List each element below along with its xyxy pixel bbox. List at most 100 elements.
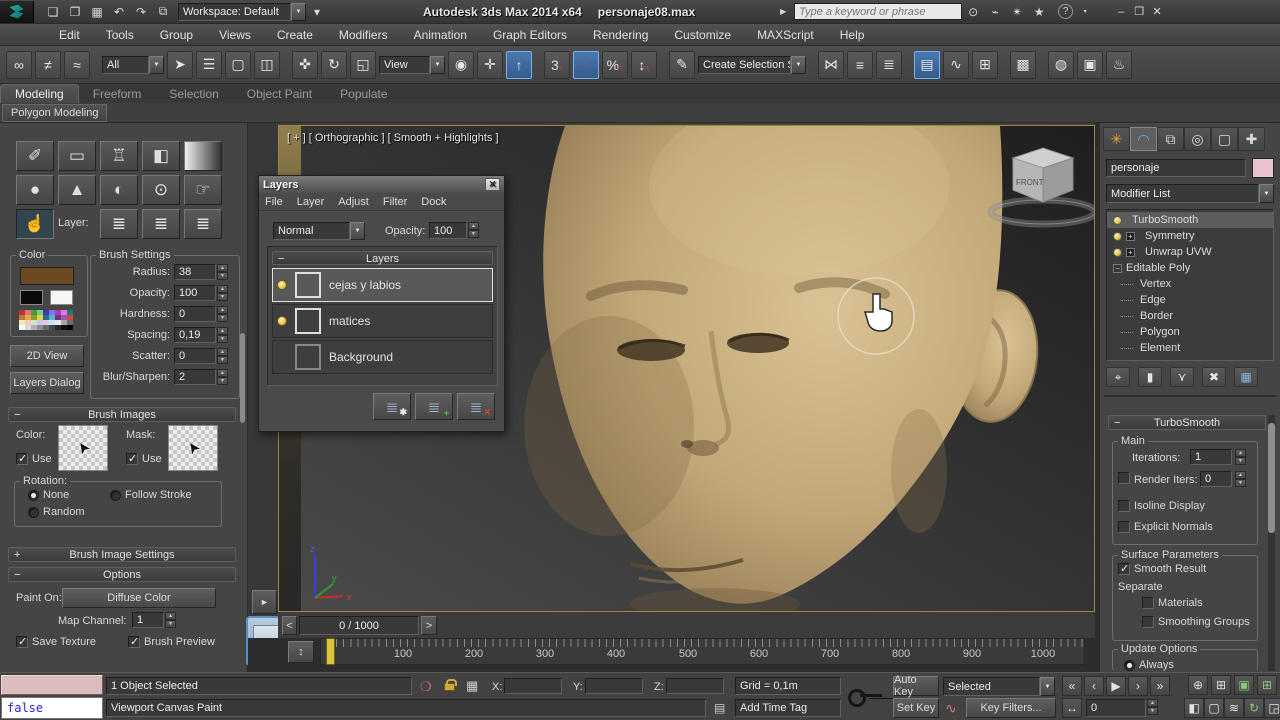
bind-to-spacewarp-icon[interactable]: ≈ [64, 50, 90, 79]
select-and-scale-icon[interactable]: ◱ [350, 50, 376, 79]
select-and-move-icon[interactable]: ✜ [292, 50, 318, 79]
selection-filter-dropdown[interactable]: All ▼ [102, 55, 164, 74]
next-frame-key-button[interactable]: › [1128, 676, 1148, 696]
frame-spinner[interactable]: ▲ ▼ [1147, 699, 1158, 715]
chevron-down-icon[interactable]: ▼ [1259, 184, 1274, 203]
scene-explorer-toggle-icon[interactable]: ▤ [914, 50, 940, 79]
selection-lock-icon[interactable] [444, 679, 457, 691]
menu-item[interactable]: Animation [401, 28, 480, 42]
spinner[interactable]: ▲ ▼ [217, 348, 228, 364]
make-unique-icon[interactable]: ⋎ [1170, 367, 1194, 387]
modifier-stack-item[interactable]: Border [1107, 308, 1273, 324]
mirror-icon[interactable]: ⋈ [818, 50, 844, 79]
expand-arrow-icon[interactable]: ▶ [773, 3, 793, 21]
rectangular-selection-icon[interactable]: ▢ [225, 50, 251, 79]
chevron-down-icon[interactable]: ▼ [430, 55, 445, 74]
layer-thumbnail[interactable] [295, 272, 321, 298]
menu-item[interactable]: MAXScript [744, 28, 827, 42]
collapse-icon[interactable]: − [1114, 416, 1120, 430]
explicit-normals-checkbox[interactable]: Explicit Normals [1118, 521, 1213, 533]
modifier-stack-item[interactable]: + Unwrap UVW [1107, 244, 1273, 260]
dodge-tool[interactable]: ⊙ [142, 175, 180, 205]
workspace-dropdown[interactable]: Workspace: Default ▼ [178, 2, 306, 21]
materials-checkbox[interactable]: Materials [1142, 597, 1203, 609]
schematic-view-icon[interactable]: ⊞ [972, 50, 998, 79]
time-slider[interactable] [326, 638, 335, 665]
selection-set-key-dropdown[interactable]: Selected ▼ [943, 677, 1055, 696]
expand-toggle-icon[interactable]: + [1126, 247, 1135, 257]
collapse-icon[interactable]: − [14, 568, 20, 582]
spinner[interactable]: ▲ ▼ [217, 285, 228, 301]
rotation-random-radio[interactable]: Random [28, 506, 85, 518]
color-use-checkbox[interactable]: Use [16, 452, 52, 465]
layer-visibility-bulb-icon[interactable] [277, 316, 287, 326]
menu-item[interactable]: Help [827, 28, 878, 42]
menu-item[interactable]: Edit [46, 28, 93, 42]
palette-cell[interactable] [67, 325, 73, 330]
setting-value-field[interactable]: 38 [174, 264, 216, 280]
listener-macro-box[interactable] [1, 675, 103, 695]
dialog-menu-item[interactable]: Dock [421, 196, 446, 208]
save-texture-checkbox[interactable]: Save Texture [16, 635, 96, 648]
percent-snap-icon[interactable]: % ∩ [602, 50, 628, 79]
paint-on-button[interactable]: Diffuse Color [62, 588, 216, 608]
brush-preview-checkbox[interactable]: Brush Preview [128, 635, 215, 648]
communication-center-icon[interactable]: ✴ [1007, 3, 1027, 21]
smudge-tool[interactable]: ☞ [184, 175, 222, 205]
modifier-list-dropdown[interactable]: Modifier List ▼ [1106, 184, 1274, 203]
key-mode-toggle[interactable]: ↔ [1062, 698, 1082, 718]
select-by-name-icon[interactable]: ☰ [196, 50, 222, 79]
tab-display[interactable]: ▢ [1211, 127, 1238, 151]
ribbon-tab[interactable]: Selection [155, 85, 232, 103]
brush-color-image[interactable]: ➤ [58, 425, 108, 471]
menu-item[interactable]: Customize [661, 28, 744, 42]
modifier-stack-item[interactable]: + Symmetry [1107, 228, 1273, 244]
configure-modifier-sets-icon[interactable]: ▦ [1234, 367, 1258, 387]
x-field[interactable] [504, 678, 562, 694]
expand-icon[interactable]: + [14, 548, 20, 562]
help-flyout-icon[interactable]: ▾ [1075, 3, 1095, 21]
dialog-menu-item[interactable]: File [265, 196, 283, 208]
previous-frame-button[interactable]: < [282, 616, 297, 635]
pin-stack-icon[interactable]: ⌖ [1106, 367, 1130, 387]
curve-editor-icon[interactable]: ∿ [943, 50, 969, 79]
spinner[interactable]: ▲ ▼ [217, 369, 228, 385]
mask-use-checkbox[interactable]: Use [126, 452, 162, 465]
time-ruler[interactable]: 01002003004005006007008009001000 [320, 638, 1085, 665]
contrast-tool[interactable]: ◐ [100, 175, 138, 205]
setting-value-field[interactable]: 0,19 [174, 327, 216, 343]
foreground-color-swatch[interactable] [20, 267, 74, 285]
project-toggle-icon[interactable]: ⧉ [153, 3, 173, 21]
setting-value-field[interactable]: 0 [174, 348, 216, 364]
z-field[interactable] [666, 678, 724, 694]
smoothing-groups-checkbox[interactable]: Smoothing Groups [1142, 616, 1250, 628]
duplicate-layer-button[interactable]: ≣ ✱ [373, 393, 411, 420]
select-and-link-icon[interactable]: ∞ [6, 50, 32, 79]
show-end-result-icon[interactable]: ▮ [1138, 367, 1162, 387]
layers-rollout[interactable]: − Layers [272, 251, 493, 265]
rendered-frame-window-icon[interactable]: ▣ [1077, 50, 1103, 79]
layer-reload-tool[interactable]: ≣ [142, 209, 180, 239]
opacity-field[interactable]: 100 [429, 222, 467, 239]
go-to-end-button[interactable]: » [1150, 676, 1170, 696]
current-frame-field[interactable]: 0 [1086, 699, 1146, 717]
chevron-down-icon[interactable]: ▼ [350, 222, 365, 240]
snaps-toggle-icon[interactable]: 3 ∩ [544, 50, 570, 79]
dialog-menu-item[interactable]: Adjust [338, 196, 369, 208]
chevron-down-icon[interactable]: ▼ [1040, 677, 1055, 696]
viewport-label[interactable]: [ + ] [ Orthographic ] [ Smooth + Highli… [287, 132, 499, 144]
menu-item[interactable]: Views [206, 28, 264, 42]
modifier-stack-item[interactable]: Element [1107, 340, 1273, 356]
layer-thumbnail[interactable] [295, 308, 321, 334]
render-iters-field[interactable]: 0 [1200, 471, 1232, 487]
next-frame-button[interactable]: > [421, 616, 437, 635]
go-to-start-button[interactable]: « [1062, 676, 1082, 696]
tab-utilities[interactable]: ✚ [1238, 127, 1265, 151]
sharpen-tool[interactable]: ▲ [58, 175, 96, 205]
redo-icon[interactable]: ↷ [131, 3, 151, 21]
paint-brush-tool[interactable]: ✐ [16, 141, 54, 171]
object-color-swatch[interactable] [1252, 158, 1274, 178]
collapse-icon[interactable]: − [278, 252, 284, 266]
fill-tool[interactable]: ◧ [142, 141, 180, 171]
modifier-stack-item[interactable]: Polygon [1107, 324, 1273, 340]
